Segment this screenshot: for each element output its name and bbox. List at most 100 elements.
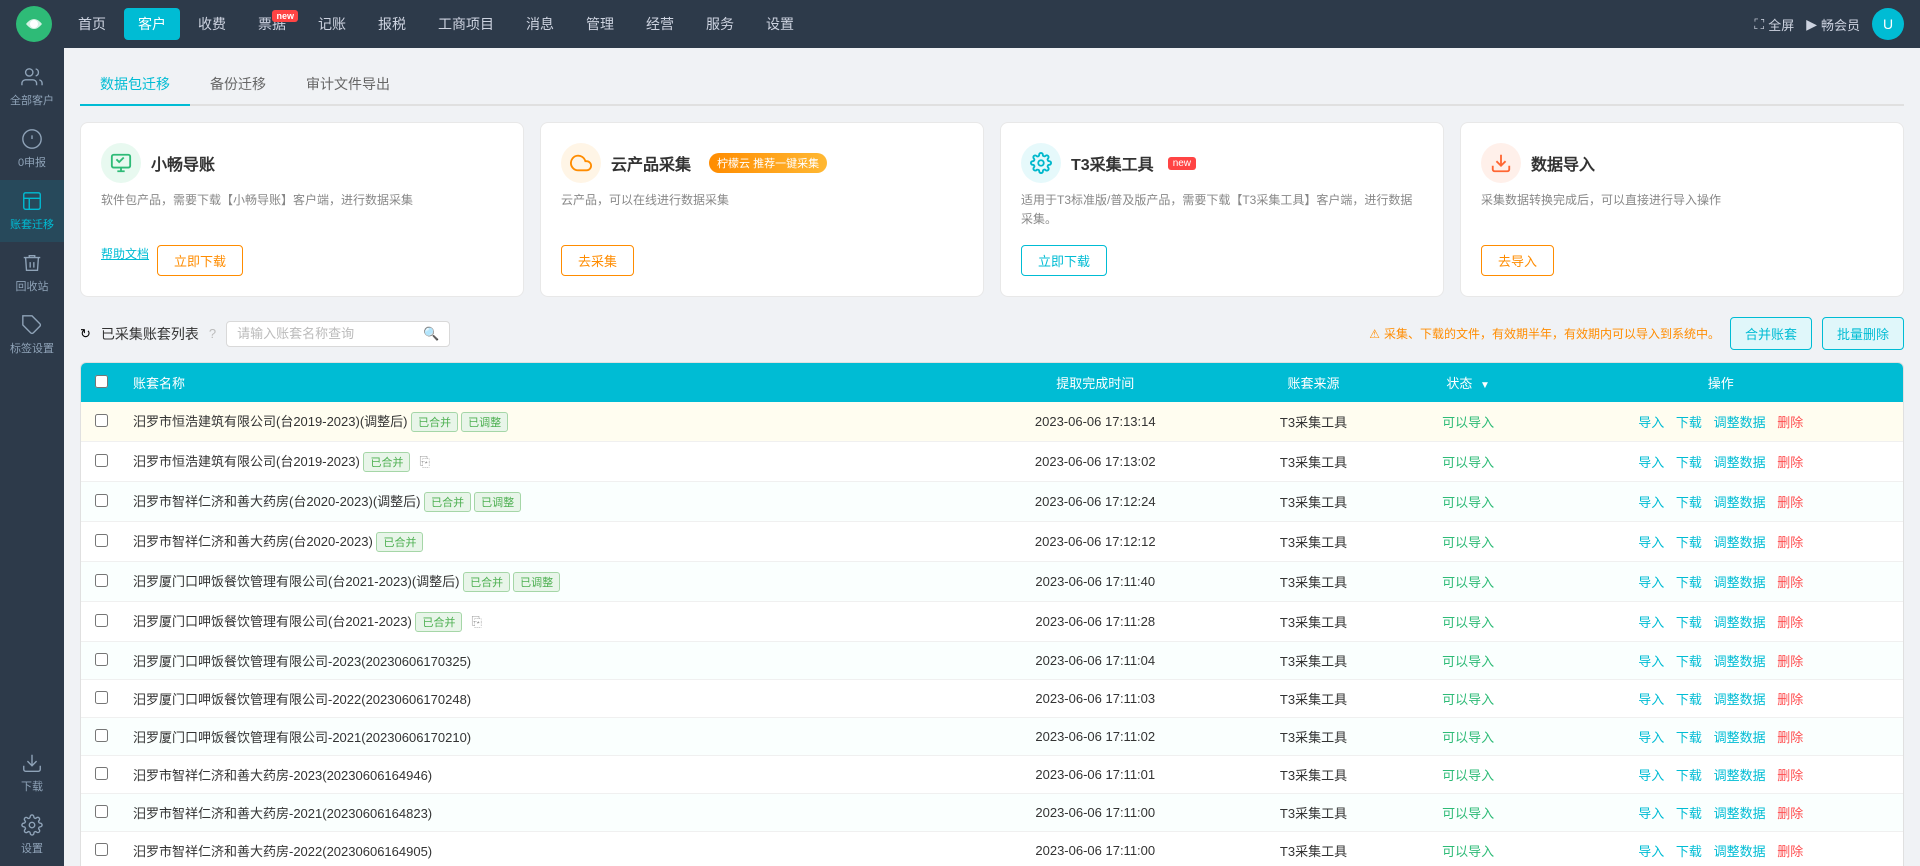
sidebar-item-download[interactable]: 下载 [21, 742, 43, 804]
adjust-action[interactable]: 调整数据 [1714, 654, 1766, 669]
delete-action[interactable]: 删除 [1777, 575, 1803, 590]
import-action[interactable]: 导入 [1638, 615, 1664, 630]
sidebar-item-zero-report[interactable]: 0申报 [0, 118, 64, 180]
row-checkbox[interactable] [95, 767, 108, 780]
download-button-3[interactable]: 立即下载 [1021, 245, 1107, 276]
row-checkbox[interactable] [95, 843, 108, 856]
batch-delete-button[interactable]: 批量删除 [1822, 317, 1904, 350]
nav-item-customer[interactable]: 客户 [124, 8, 180, 40]
import-action[interactable]: 导入 [1638, 844, 1664, 859]
select-all-checkbox[interactable] [95, 375, 108, 388]
search-input[interactable] [237, 326, 417, 341]
help-doc-link[interactable]: 帮助文档 [101, 245, 149, 276]
nav-item-settings[interactable]: 设置 [752, 8, 808, 40]
row-checkbox[interactable] [95, 414, 108, 427]
adjust-action[interactable]: 调整数据 [1714, 575, 1766, 590]
download-action[interactable]: 下载 [1676, 535, 1702, 550]
adjust-action[interactable]: 调整数据 [1714, 844, 1766, 859]
sidebar-item-migrate[interactable]: 账套迁移 [0, 180, 64, 242]
vip-button[interactable]: ▶ 畅会员 [1806, 15, 1860, 34]
sidebar-item-settings[interactable]: 设置 [21, 804, 43, 866]
row-checkbox[interactable] [95, 805, 108, 818]
nav-item-bookkeeping[interactable]: 记账 [304, 8, 360, 40]
adjust-action[interactable]: 调整数据 [1714, 535, 1766, 550]
help-icon[interactable]: ? [209, 326, 216, 341]
row-checkbox[interactable] [95, 614, 108, 627]
sidebar-item-all-customers[interactable]: 全部客户 [0, 56, 64, 118]
tab-audit-export[interactable]: 审计文件导出 [286, 64, 410, 106]
merge-button[interactable]: 合并账套 [1730, 317, 1812, 350]
download-action[interactable]: 下载 [1676, 806, 1702, 821]
download-action[interactable]: 下载 [1676, 654, 1702, 669]
delete-action[interactable]: 删除 [1777, 415, 1803, 430]
download-action[interactable]: 下载 [1676, 844, 1702, 859]
row-checkbox[interactable] [95, 494, 108, 507]
row-checkbox[interactable] [95, 574, 108, 587]
adjust-action[interactable]: 调整数据 [1714, 806, 1766, 821]
import-action[interactable]: 导入 [1638, 806, 1664, 821]
import-action[interactable]: 导入 [1638, 730, 1664, 745]
import-action[interactable]: 导入 [1638, 495, 1664, 510]
delete-action[interactable]: 删除 [1777, 455, 1803, 470]
delete-action[interactable]: 删除 [1777, 495, 1803, 510]
delete-action[interactable]: 删除 [1777, 730, 1803, 745]
download-action[interactable]: 下载 [1676, 692, 1702, 707]
adjust-action[interactable]: 调整数据 [1714, 768, 1766, 783]
download-action[interactable]: 下载 [1676, 730, 1702, 745]
row-checkbox[interactable] [95, 729, 108, 742]
delete-action[interactable]: 删除 [1777, 615, 1803, 630]
delete-action[interactable]: 删除 [1777, 692, 1803, 707]
row-checkbox[interactable] [95, 534, 108, 547]
nav-item-tax[interactable]: 报税 [364, 8, 420, 40]
sidebar-item-tags[interactable]: 标签设置 [0, 304, 64, 366]
download-action[interactable]: 下载 [1676, 495, 1702, 510]
nav-item-message[interactable]: 消息 [512, 8, 568, 40]
delete-action[interactable]: 删除 [1777, 768, 1803, 783]
copy-icon[interactable]: ⎘ [419, 454, 429, 470]
import-action[interactable]: 导入 [1638, 455, 1664, 470]
fullscreen-button[interactable]: ⛶ 全屏 [1754, 15, 1794, 34]
import-action[interactable]: 导入 [1638, 575, 1664, 590]
import-action[interactable]: 导入 [1638, 535, 1664, 550]
nav-item-fee[interactable]: 收费 [184, 8, 240, 40]
user-avatar[interactable]: U [1872, 8, 1904, 40]
download-action[interactable]: 下载 [1676, 575, 1702, 590]
download-action[interactable]: 下载 [1676, 455, 1702, 470]
delete-action[interactable]: 删除 [1777, 535, 1803, 550]
nav-item-ops[interactable]: 经营 [632, 8, 688, 40]
search-icon[interactable]: 🔍 [423, 326, 439, 342]
nav-item-home[interactable]: 首页 [64, 8, 120, 40]
copy-icon[interactable]: ⎘ [471, 614, 481, 630]
row-checkbox[interactable] [95, 454, 108, 467]
import-action[interactable]: 导入 [1638, 654, 1664, 669]
download-action[interactable]: 下载 [1676, 615, 1702, 630]
adjust-action[interactable]: 调整数据 [1714, 495, 1766, 510]
collect-button[interactable]: 去采集 [561, 245, 634, 276]
delete-action[interactable]: 删除 [1777, 654, 1803, 669]
tab-data-migration[interactable]: 数据包迁移 [80, 64, 190, 106]
row-checkbox[interactable] [95, 653, 108, 666]
download-action[interactable]: 下载 [1676, 768, 1702, 783]
adjust-action[interactable]: 调整数据 [1714, 615, 1766, 630]
adjust-action[interactable]: 调整数据 [1714, 730, 1766, 745]
app-logo[interactable] [16, 6, 52, 42]
import-button[interactable]: 去导入 [1481, 245, 1554, 276]
nav-item-service[interactable]: 服务 [692, 8, 748, 40]
import-action[interactable]: 导入 [1638, 692, 1664, 707]
sidebar-item-trash[interactable]: 回收站 [0, 242, 64, 304]
delete-action[interactable]: 删除 [1777, 844, 1803, 859]
adjust-action[interactable]: 调整数据 [1714, 455, 1766, 470]
nav-item-manage[interactable]: 管理 [572, 8, 628, 40]
nav-item-bill[interactable]: 票据 new [244, 8, 300, 40]
nav-item-biz[interactable]: 工商项目 [424, 8, 508, 40]
adjust-action[interactable]: 调整数据 [1714, 692, 1766, 707]
import-action[interactable]: 导入 [1638, 768, 1664, 783]
col-header-status[interactable]: 状态 ▼ [1398, 363, 1539, 402]
import-action[interactable]: 导入 [1638, 415, 1664, 430]
row-checkbox[interactable] [95, 691, 108, 704]
tab-backup-migration[interactable]: 备份迁移 [190, 64, 286, 106]
delete-action[interactable]: 删除 [1777, 806, 1803, 821]
download-action[interactable]: 下载 [1676, 415, 1702, 430]
refresh-icon[interactable]: ↻ [80, 326, 91, 342]
download-button-1[interactable]: 立即下载 [157, 245, 243, 276]
